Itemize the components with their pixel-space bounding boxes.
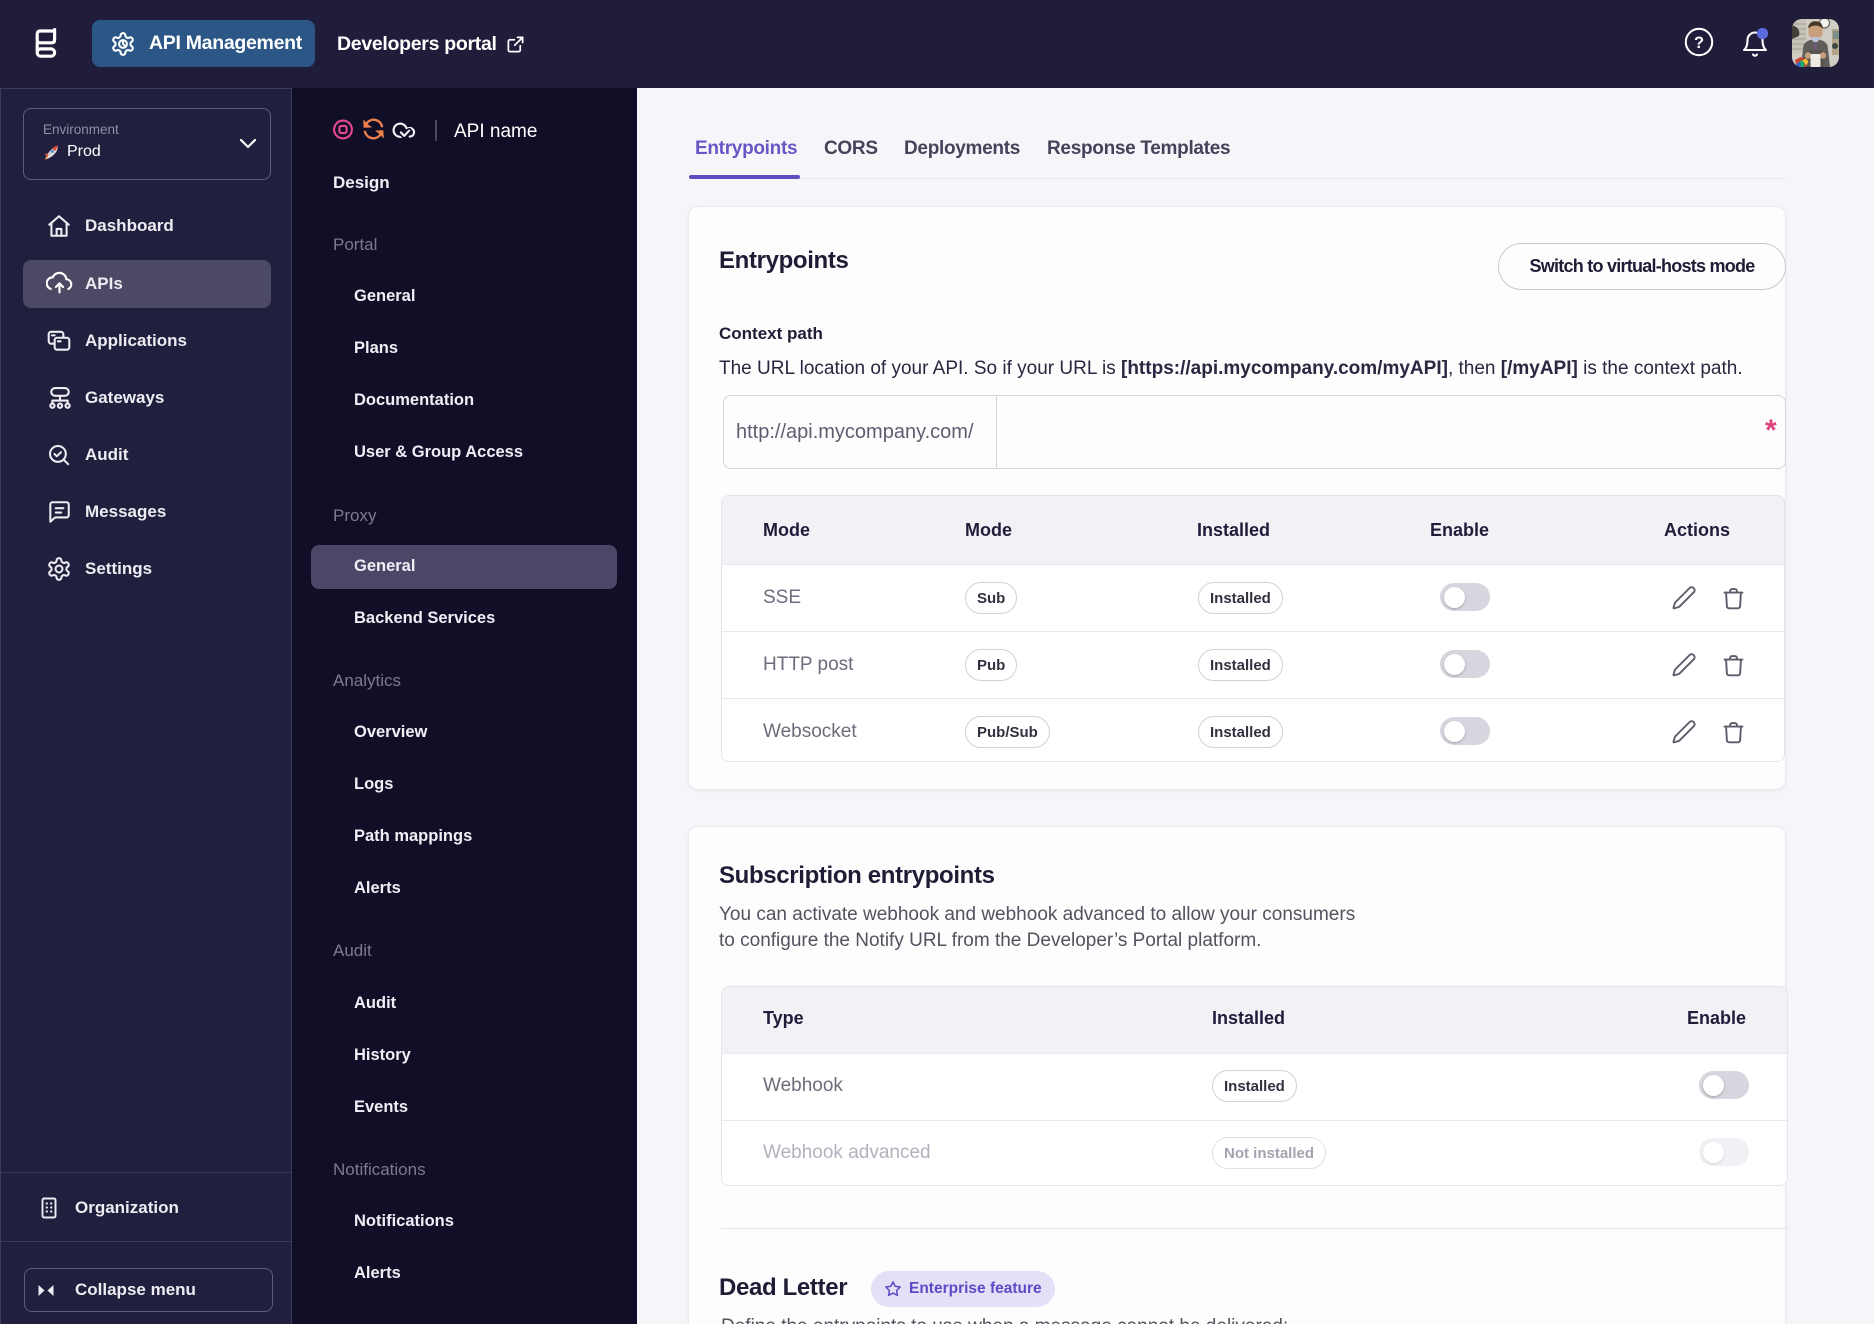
svg-text:?: ?: [1694, 34, 1704, 52]
